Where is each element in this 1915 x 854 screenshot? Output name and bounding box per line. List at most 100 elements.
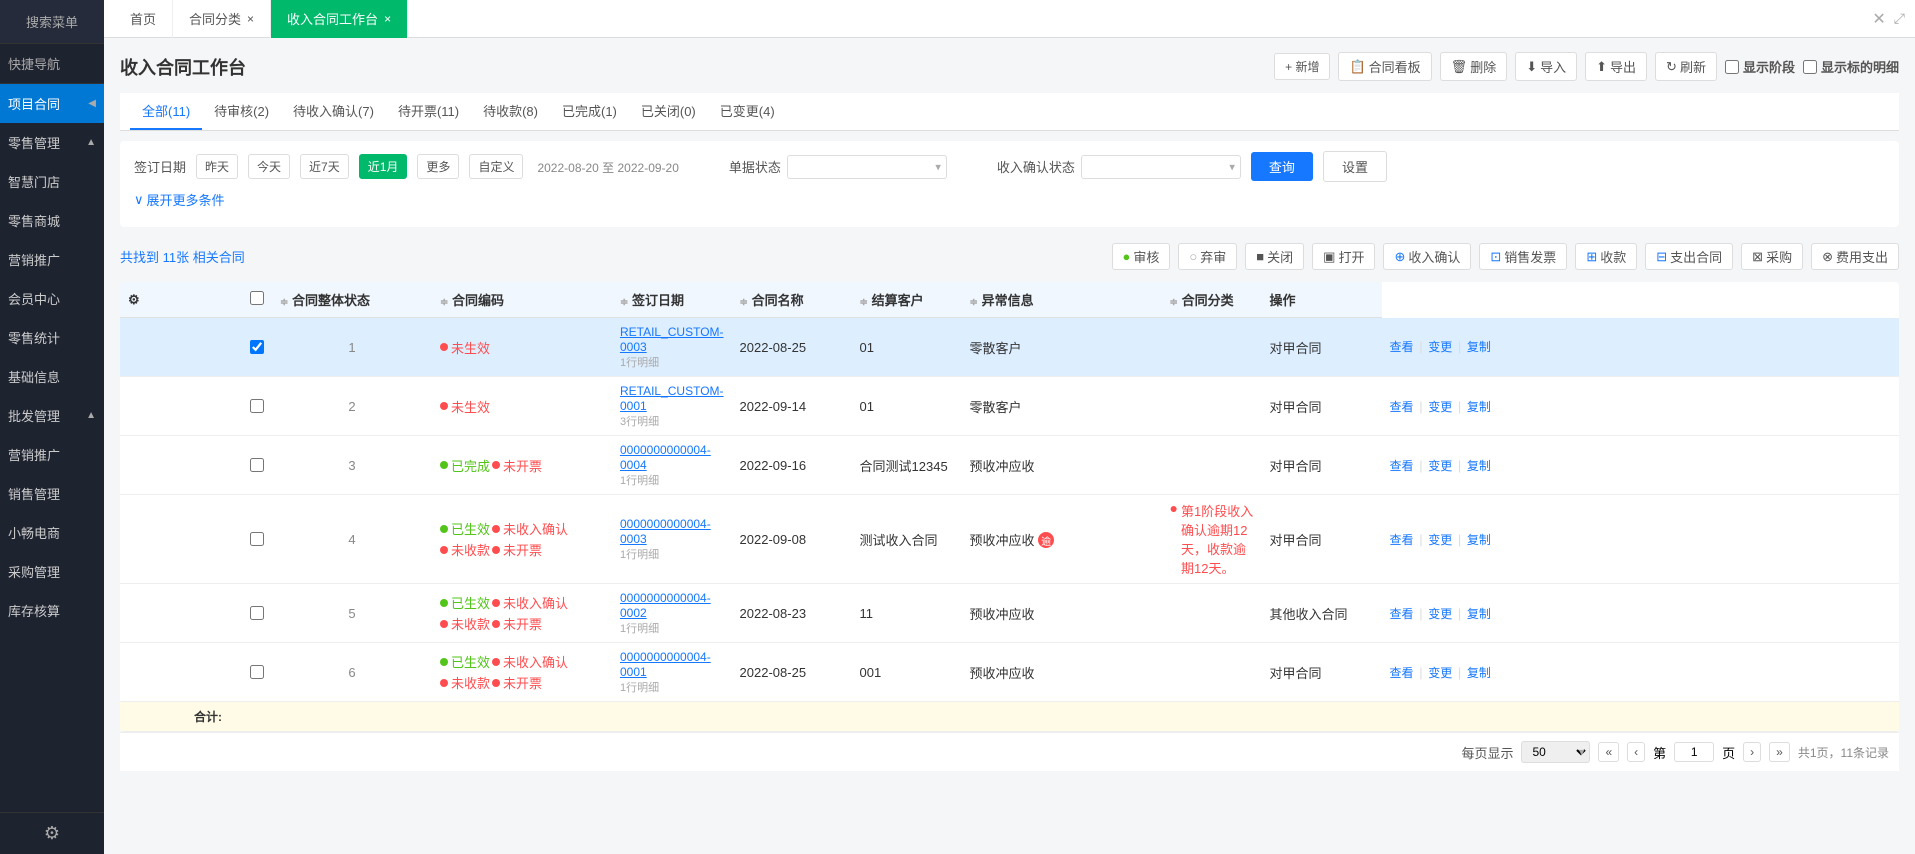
status-tab-pending-invoice[interactable]: 待开票(11): [386, 93, 471, 130]
last-page-btn[interactable]: »: [1769, 742, 1790, 762]
action-abandon[interactable]: ○ 弃审: [1178, 243, 1237, 270]
contract-code-link[interactable]: 0000000000004-0001: [620, 650, 711, 679]
window-close-icon[interactable]: ✕: [1872, 9, 1885, 29]
copy-btn[interactable]: 复制: [1467, 400, 1491, 414]
doc-status-select[interactable]: [787, 155, 947, 179]
sidebar-search[interactable]: 搜索菜单: [0, 0, 104, 44]
contract-code-link[interactable]: 0000000000004-0004: [620, 443, 711, 472]
tab-close-contract-category[interactable]: ×: [247, 12, 254, 26]
contract-board-button[interactable]: 📋 合同看板: [1338, 52, 1431, 81]
refresh-button[interactable]: ↻ 刷新: [1655, 52, 1717, 81]
show-remarks-checkbox[interactable]: 显示标的明细: [1803, 57, 1899, 76]
next-page-btn[interactable]: ›: [1743, 742, 1761, 762]
edit-btn[interactable]: 变更: [1428, 666, 1452, 680]
edit-btn[interactable]: 变更: [1428, 340, 1452, 354]
action-purchase[interactable]: ⊠ 采购: [1741, 243, 1803, 270]
status-tab-all[interactable]: 全部(11): [130, 93, 202, 130]
copy-btn[interactable]: 复制: [1467, 607, 1491, 621]
show-segment-checkbox[interactable]: 显示阶段: [1725, 57, 1795, 76]
action-output-contract[interactable]: ⊟ 支出合同: [1645, 243, 1733, 270]
settings-icon[interactable]: ⚙: [8, 823, 96, 844]
import-button[interactable]: ⬇ 导入: [1515, 52, 1577, 81]
th-contract-category[interactable]: ≑ 合同分类: [1162, 282, 1262, 318]
contract-code-link[interactable]: RETAIL_CUSTOM-0001: [620, 384, 724, 413]
export-button[interactable]: ⬆ 导出: [1585, 52, 1647, 81]
row-checkbox[interactable]: [250, 399, 264, 413]
date-btn-1month[interactable]: 近1月: [359, 154, 408, 179]
window-resize-icon[interactable]: ⤢: [1894, 10, 1905, 27]
income-confirm-select[interactable]: [1081, 155, 1241, 179]
copy-btn[interactable]: 复制: [1467, 533, 1491, 547]
view-btn[interactable]: 查看: [1390, 340, 1414, 354]
row-checkbox[interactable]: [250, 532, 264, 546]
date-btn-7days[interactable]: 近7天: [300, 154, 349, 179]
view-btn[interactable]: 查看: [1390, 533, 1414, 547]
action-payment[interactable]: ⊞ 收款: [1575, 243, 1637, 270]
edit-btn[interactable]: 变更: [1428, 607, 1452, 621]
row-checkbox[interactable]: [250, 606, 264, 620]
tab-income-workbench[interactable]: 收入合同工作台 ×: [271, 0, 408, 38]
contract-code-link[interactable]: 0000000000004-0002: [620, 591, 711, 620]
action-income-confirm[interactable]: ⊕ 收入确认: [1383, 243, 1471, 270]
sidebar-item-purchase-mgmt[interactable]: 采购管理: [0, 552, 104, 591]
action-sales-invoice[interactable]: ⊡ 销售发票: [1479, 243, 1567, 270]
edit-btn[interactable]: 变更: [1428, 533, 1452, 547]
th-contract-code[interactable]: ≑ 合同编码: [432, 282, 612, 318]
copy-btn[interactable]: 复制: [1467, 340, 1491, 354]
sidebar-item-xiaochang[interactable]: 小畅电商: [0, 513, 104, 552]
copy-btn[interactable]: 复制: [1467, 666, 1491, 680]
th-overall-status[interactable]: ≑ 合同整体状态: [272, 282, 432, 318]
contract-code-link[interactable]: 0000000000004-0003: [620, 517, 711, 546]
sidebar-item-project[interactable]: 项目合同 ◀: [0, 84, 104, 123]
action-print[interactable]: ▣ 打开: [1312, 243, 1375, 270]
show-remarks-input[interactable]: [1803, 60, 1817, 74]
add-button[interactable]: + 新增: [1274, 53, 1330, 80]
query-button[interactable]: 查询: [1251, 152, 1313, 181]
sidebar-item-wholesale-mgmt[interactable]: 批发管理 ▲: [0, 396, 104, 435]
sidebar-item-smart-store[interactable]: 智慧门店: [0, 162, 104, 201]
date-btn-today[interactable]: 今天: [248, 154, 290, 179]
row-checkbox[interactable]: [250, 340, 264, 354]
setting-button[interactable]: 设置: [1323, 151, 1387, 182]
view-btn[interactable]: 查看: [1390, 607, 1414, 621]
sidebar-item-marketing[interactable]: 营销推广: [0, 240, 104, 279]
th-contract-name[interactable]: ≑ 合同名称: [732, 282, 852, 318]
contract-code-link[interactable]: RETAIL_CUSTOM-0003: [620, 325, 724, 354]
show-segment-input[interactable]: [1725, 60, 1739, 74]
sidebar-item-retail-stats[interactable]: 零售统计: [0, 318, 104, 357]
sidebar-item-inventory[interactable]: 库存核算: [0, 591, 104, 630]
th-sign-date[interactable]: ≑ 签订日期: [612, 282, 732, 318]
tab-close-income-workbench[interactable]: ×: [384, 12, 391, 26]
th-settlement-customer[interactable]: ≑ 结算客户: [852, 282, 962, 318]
sidebar-item-marketing2[interactable]: 营销推广: [0, 435, 104, 474]
edit-btn[interactable]: 变更: [1428, 459, 1452, 473]
th-settings[interactable]: ⚙: [120, 282, 242, 318]
expand-more-btn[interactable]: ∨ 展开更多条件: [134, 190, 225, 209]
prev-page-btn[interactable]: ‹: [1627, 742, 1645, 762]
sidebar-item-basic-info[interactable]: 基础信息: [0, 357, 104, 396]
view-btn[interactable]: 查看: [1390, 666, 1414, 680]
action-review[interactable]: ● 审核: [1112, 243, 1171, 270]
status-tab-pending-confirm[interactable]: 待收入确认(7): [281, 93, 386, 130]
tab-home[interactable]: 首页: [114, 0, 173, 38]
date-btn-more[interactable]: 更多: [417, 154, 459, 179]
status-tab-closed[interactable]: 已关闭(0): [629, 93, 708, 130]
row-checkbox[interactable]: [250, 458, 264, 472]
action-expense[interactable]: ⊗ 费用支出: [1811, 243, 1899, 270]
view-btn[interactable]: 查看: [1390, 459, 1414, 473]
tab-contract-category[interactable]: 合同分类 ×: [173, 0, 271, 38]
status-tab-pending-payment[interactable]: 待收款(8): [471, 93, 550, 130]
sidebar-item-sales-mgmt[interactable]: 销售管理: [0, 474, 104, 513]
status-tab-changed[interactable]: 已变更(4): [708, 93, 787, 130]
date-btn-yesterday[interactable]: 昨天: [196, 154, 238, 179]
status-tab-completed[interactable]: 已完成(1): [550, 93, 629, 130]
edit-btn[interactable]: 变更: [1428, 400, 1452, 414]
status-tab-pending-review[interactable]: 待审核(2): [202, 93, 281, 130]
sidebar-item-retail-mgmt[interactable]: 零售管理 ▲: [0, 123, 104, 162]
page-size-select[interactable]: 50 100 200: [1521, 741, 1590, 763]
sidebar-item-retail-mall[interactable]: 零售商城: [0, 201, 104, 240]
date-btn-custom[interactable]: 自定义: [469, 154, 523, 179]
th-checkbox[interactable]: [242, 282, 272, 318]
copy-btn[interactable]: 复制: [1467, 459, 1491, 473]
sidebar-item-member[interactable]: 会员中心: [0, 279, 104, 318]
